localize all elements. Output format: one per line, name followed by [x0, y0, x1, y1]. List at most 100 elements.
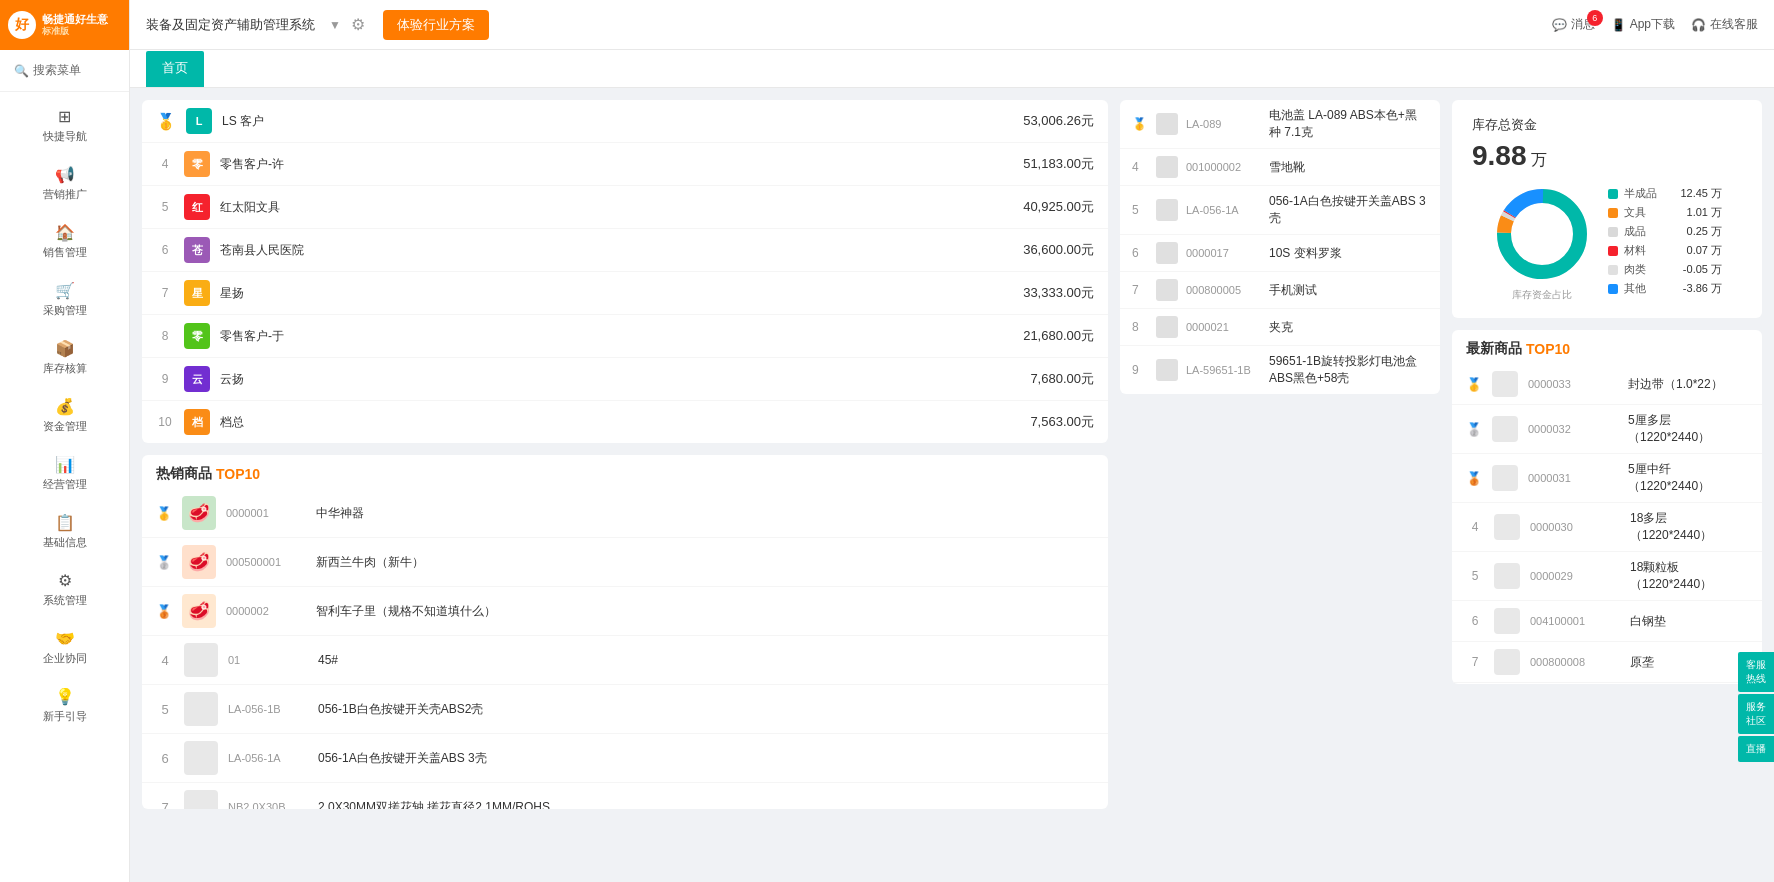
product-icon [1156, 316, 1178, 338]
rank-medal-1: 🥇 [156, 112, 176, 131]
customer-name: 档总 [220, 414, 1020, 431]
rank-number: 7 [156, 286, 174, 300]
legend-dot [1608, 189, 1618, 199]
product-thumbnail: 🥩 [182, 545, 216, 579]
sidebar-item-finance[interactable]: 💰 资金管理 [0, 386, 129, 444]
legend-dot [1608, 208, 1618, 218]
page-tabs: 首页 [130, 50, 1774, 88]
list-item: 🥇 🥩 0000001 中华神器 [142, 489, 1108, 538]
search-menu-button[interactable]: 🔍 搜索菜单 [8, 58, 121, 83]
avatar: 零 [184, 151, 210, 177]
list-item: 7 000800008 原垄 [1452, 642, 1762, 683]
sales-icon: 🏠 [55, 222, 75, 242]
new-products-title: 最新商品 [1466, 340, 1522, 358]
sidebar-item-cooperation[interactable]: 🤝 企业协同 [0, 618, 129, 676]
message-badge: 6 [1587, 10, 1603, 26]
rank-medal: 🥈 [156, 555, 172, 570]
customer-amount: 33,333.00元 [1023, 284, 1094, 302]
hot-products-list: 🥇 🥩 0000001 中华神器 🥈 🥩 000500001 新西兰牛肉（新牛）… [142, 489, 1108, 809]
avatar: 星 [184, 280, 210, 306]
rank-number: 8 [156, 329, 174, 343]
rank-number: 5 [156, 702, 174, 717]
customer-amount: 51,183.00元 [1023, 155, 1094, 173]
legend-dot [1608, 284, 1618, 294]
avatar: 苍 [184, 237, 210, 263]
sidebar-item-system[interactable]: ⚙ 系统管理 [0, 560, 129, 618]
sidebar-item-operations[interactable]: 📊 经营管理 [0, 444, 129, 502]
sidebar-item-inventory[interactable]: 📦 库存核算 [0, 328, 129, 386]
tab-home[interactable]: 首页 [146, 51, 204, 87]
avatar: L [186, 108, 212, 134]
customer-name: 苍南县人民医院 [220, 242, 1013, 259]
legend-item: 其他 -3.86 万 [1608, 281, 1722, 296]
cs-community-button[interactable]: 服务社区 [1738, 694, 1774, 734]
customer-amount: 53,006.26元 [1023, 112, 1094, 130]
trial-button[interactable]: 体验行业方案 [383, 10, 489, 40]
cs-live-button[interactable]: 直播 [1738, 736, 1774, 762]
rank-number: 4 [156, 653, 174, 668]
sidebar-item-marketing[interactable]: 📢 营销推广 [0, 154, 129, 212]
list-item: 🥇 0000033 封边带（1.0*22） [1452, 364, 1762, 405]
hot-products-card: 热销商品 TOP10 🥇 🥩 0000001 中华神器 🥈 🥩 00050000… [142, 455, 1108, 809]
rank-number: 4 [156, 157, 174, 171]
donut-svg [1492, 184, 1592, 284]
product-icon [1156, 242, 1178, 264]
customer-name: 云扬 [220, 371, 1020, 388]
legend-item: 半成品 12.45 万 [1608, 186, 1722, 201]
product-icon [1492, 416, 1518, 442]
rank-number: 6 [156, 243, 174, 257]
customer-name: LS 客户 [222, 113, 1013, 130]
product-thumbnail [184, 741, 218, 775]
customer-ranking-list: 🥇 L LS 客户 53,006.26元 4 零 零售客户-许 51,183.0… [142, 100, 1108, 443]
table-row: 5 红 红太阳文具 40,925.00元 [142, 186, 1108, 229]
sidebar-item-basic-info[interactable]: 📋 基础信息 [0, 502, 129, 560]
list-item: 6 0000017 10S 变料罗浆 [1120, 235, 1440, 272]
rank-number: 9 [156, 372, 174, 386]
rank-number: 6 [156, 751, 174, 766]
middle-products-card: 🥇 LA-089 电池盖 LA-089 ABS本色+黑种 7.1克 4 0010… [1120, 100, 1440, 394]
customer-name: 零售客户-于 [220, 328, 1013, 345]
rank-medal: 🥈 [1466, 422, 1482, 437]
app-download-button[interactable]: 📱 App下载 [1611, 16, 1675, 33]
legend-dot [1608, 265, 1618, 275]
cooperation-icon: 🤝 [55, 628, 75, 648]
rank-number: 7 [156, 800, 174, 810]
inventory-total-amount: 9.88 [1472, 140, 1527, 172]
sidebar-item-quick-nav[interactable]: ⊞ 快捷导航 [0, 96, 129, 154]
right-panel: 库存总资金 9.88 万 [1452, 100, 1762, 870]
sidebar-item-purchase[interactable]: 🛒 采购管理 [0, 270, 129, 328]
table-row: 10 档 档总 7,563.00元 [142, 401, 1108, 443]
headset-icon: 🎧 [1691, 18, 1706, 32]
message-button[interactable]: 💬 消息 6 [1552, 16, 1595, 33]
chart-label: 库存资金占比 [1512, 288, 1572, 302]
inventory-total-card: 库存总资金 9.88 万 [1452, 100, 1762, 318]
product-thumbnail [184, 692, 218, 726]
legend-item: 材料 0.07 万 [1608, 243, 1722, 258]
customer-name: 零售客户-许 [220, 156, 1013, 173]
customer-amount: 40,925.00元 [1023, 198, 1094, 216]
sidebar-item-sales[interactable]: 🏠 销售管理 [0, 212, 129, 270]
customer-amount: 36,600.00元 [1023, 241, 1094, 259]
settings-button[interactable]: ⚙ [351, 15, 365, 34]
product-thumbnail [184, 643, 218, 677]
inventory-total-unit: 万 [1531, 150, 1547, 171]
quick-nav-icon: ⊞ [55, 106, 75, 126]
marketing-icon: 📢 [55, 164, 75, 184]
online-service-button[interactable]: 🎧 在线客服 [1691, 16, 1758, 33]
operations-icon: 📊 [55, 454, 75, 474]
rank-medal: 🥇 [156, 506, 172, 521]
rank-medal: 🥇 [1466, 377, 1482, 392]
customer-name: 红太阳文具 [220, 199, 1013, 216]
sidebar-logo: 好 畅捷通好生意 标准版 [0, 0, 129, 50]
product-icon [1492, 371, 1518, 397]
list-item: 7 000800005 手机测试 [1120, 272, 1440, 309]
system-dropdown-button[interactable]: ▼ [329, 18, 341, 32]
cs-hotline-button[interactable]: 客服热线 [1738, 652, 1774, 692]
sidebar-item-guide[interactable]: 💡 新手引导 [0, 676, 129, 734]
list-item: 7 NB2.0X30B 2.0X30MM双搓花轴,搓花直径2.1MM/ROHS [142, 783, 1108, 809]
rank-medal: 🥉 [156, 604, 172, 619]
main-area: 装备及固定资产辅助管理系统 ▼ ⚙ 体验行业方案 💬 消息 6 📱 App下载 … [130, 0, 1774, 882]
phone-icon: 📱 [1611, 18, 1626, 32]
product-thumbnail: 🥩 [182, 594, 216, 628]
list-item: 4 01 45# [142, 636, 1108, 685]
